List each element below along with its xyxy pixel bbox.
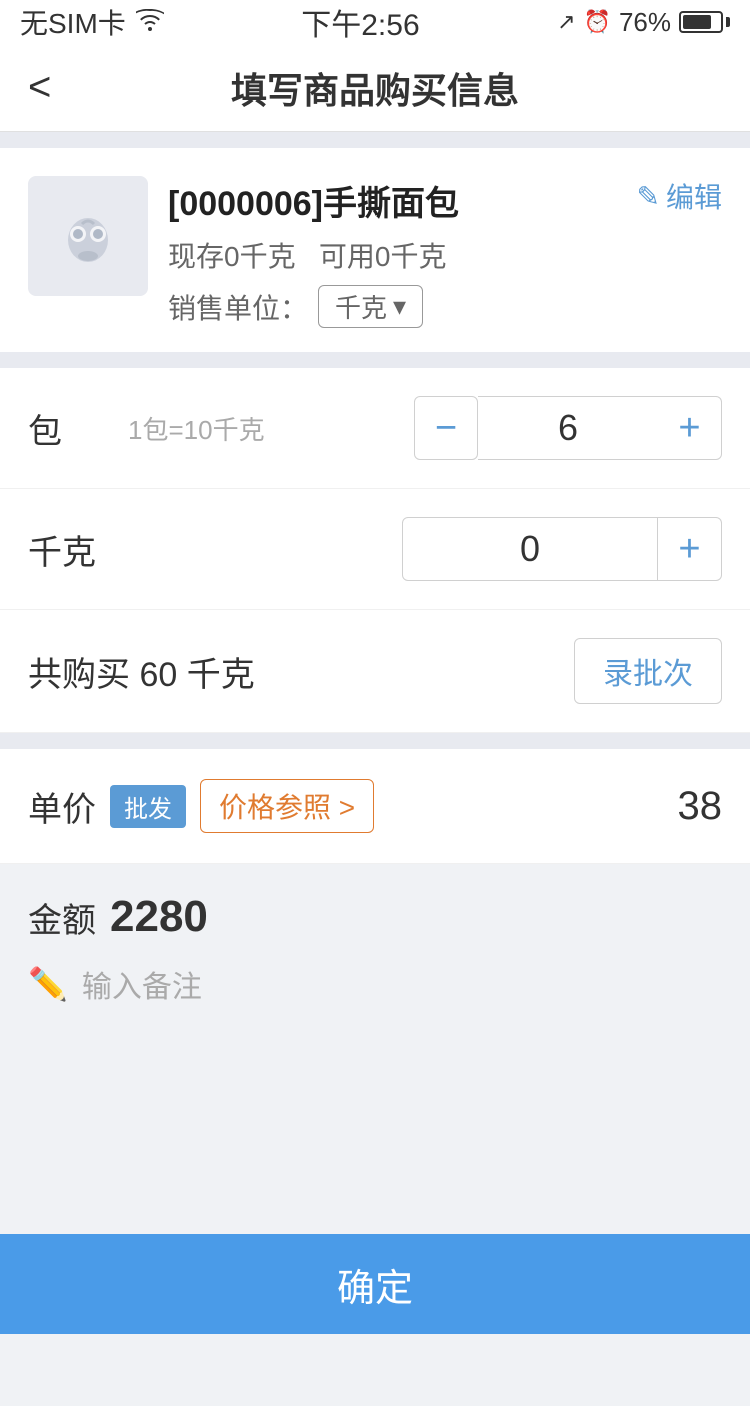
kg-input-group: + bbox=[402, 517, 722, 581]
bao-decrease-button[interactable]: − bbox=[414, 396, 478, 460]
back-button[interactable]: < bbox=[28, 65, 51, 110]
amount-row: 金额 2280 bbox=[28, 892, 722, 942]
edit-icon: ✎ bbox=[637, 180, 660, 213]
product-thumbnail bbox=[28, 176, 148, 296]
note-row: ✏️ 输入备注 bbox=[28, 962, 722, 1026]
bao-row: 包 1包=10千克 − + bbox=[0, 368, 750, 489]
price-ref-button[interactable]: 价格参照 > bbox=[200, 779, 374, 833]
confirm-bar[interactable]: 确定 bbox=[0, 1234, 750, 1334]
product-card: [0000006]手撕面包 现存0千克 可用0千克 销售单位： 千克 ▾ ✎ 编… bbox=[0, 148, 750, 352]
edit-note-icon: ✏️ bbox=[28, 965, 68, 1003]
price-row: 单价 批发 价格参照 > 38 bbox=[0, 749, 750, 864]
page-title: 填写商品购买信息 bbox=[231, 62, 519, 114]
amount-section: 金额 2280 ✏️ 输入备注 bbox=[0, 864, 750, 1026]
bao-hint: 1包=10千克 bbox=[128, 410, 394, 447]
amount-value: 2280 bbox=[110, 892, 208, 942]
price-value: 38 bbox=[678, 784, 723, 829]
note-placeholder[interactable]: 输入备注 bbox=[82, 962, 202, 1006]
bao-label: 包 bbox=[28, 404, 108, 453]
location-icon: ↗ bbox=[557, 9, 575, 35]
status-bar: 无SIM卡 下午2:56 ↗ ⏰ 76% bbox=[0, 0, 750, 44]
total-row: 共购买 60 千克 录批次 bbox=[0, 610, 750, 733]
kg-row: 千克 + bbox=[0, 489, 750, 610]
empty-space bbox=[0, 1026, 750, 1406]
kg-qty-input[interactable] bbox=[402, 517, 658, 581]
divider-mid2 bbox=[0, 733, 750, 749]
divider-mid1 bbox=[0, 352, 750, 368]
kg-label: 千克 bbox=[28, 525, 108, 574]
product-stock: 现存0千克 可用0千克 bbox=[168, 235, 722, 275]
confirm-label: 确定 bbox=[337, 1257, 413, 1312]
wifi-icon bbox=[136, 6, 164, 38]
divider-top bbox=[0, 132, 750, 148]
battery-text: 76% bbox=[619, 7, 671, 38]
total-label: 共购买 60 千克 bbox=[28, 647, 255, 696]
alarm-icon: ⏰ bbox=[584, 9, 611, 35]
nav-bar: < 填写商品购买信息 bbox=[0, 44, 750, 132]
bao-qty-input[interactable] bbox=[478, 396, 658, 460]
form-section: 包 1包=10千克 − + 千克 + bbox=[0, 368, 750, 610]
price-section: 单价 批发 价格参照 > 38 bbox=[0, 749, 750, 864]
status-left: 无SIM卡 bbox=[20, 2, 164, 42]
amount-label: 金额 bbox=[28, 893, 96, 942]
product-unit: 销售单位： 千克 ▾ bbox=[168, 285, 722, 328]
status-time: 下午2:56 bbox=[301, 0, 419, 44]
bao-increase-button[interactable]: + bbox=[658, 396, 722, 460]
edit-button[interactable]: ✎ 编辑 bbox=[637, 176, 722, 216]
status-right: ↗ ⏰ 76% bbox=[557, 7, 730, 38]
battery-icon bbox=[679, 11, 730, 33]
price-tag-badge: 批发 bbox=[110, 785, 186, 828]
kg-increase-button[interactable]: + bbox=[658, 517, 722, 581]
batch-button[interactable]: 录批次 bbox=[574, 638, 722, 704]
product-logo-icon bbox=[56, 204, 120, 268]
carrier-text: 无SIM卡 bbox=[20, 2, 126, 42]
chevron-down-icon: ▾ bbox=[393, 291, 406, 322]
bao-qty-control: − + bbox=[414, 396, 722, 460]
price-label: 单价 bbox=[28, 782, 96, 831]
unit-selector[interactable]: 千克 ▾ bbox=[318, 285, 423, 328]
